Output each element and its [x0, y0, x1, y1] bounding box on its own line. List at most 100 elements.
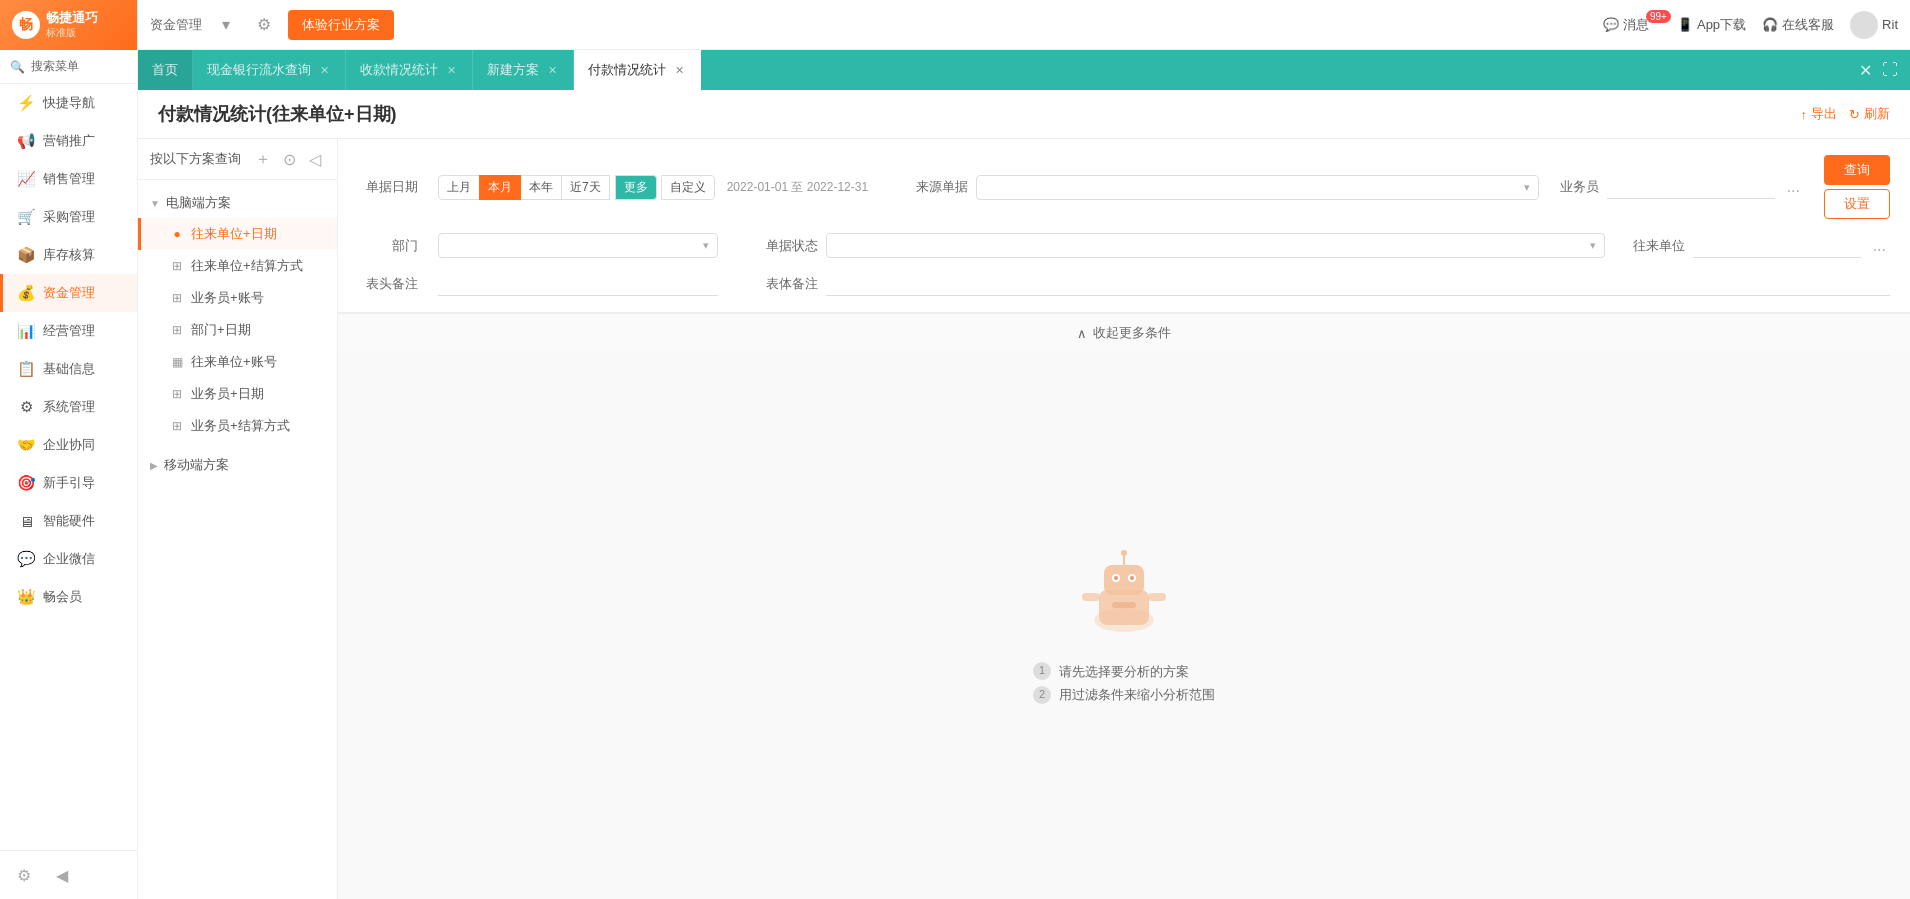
tab-expand-icon[interactable]: ⛶ [1882, 61, 1898, 79]
desktop-scheme-group: ▼ 电脑端方案 ● 往来单位+日期 ⊞ 往来单位+结算方式 ⊞ 业务员+账号 ⊞ [138, 180, 337, 450]
desktop-scheme-group-header[interactable]: ▼ 电脑端方案 [138, 188, 337, 218]
export-label: 导出 [1811, 105, 1837, 123]
filter-collapse-btn[interactable]: ∧ 收起更多条件 [338, 313, 1910, 352]
breadcrumb: 资金管理 [150, 16, 202, 34]
online-service-icon: 🎧 [1762, 17, 1778, 32]
filter-query-btn[interactable]: 查询 [1824, 155, 1890, 185]
quick-nav-icon: ⚡ [17, 94, 35, 112]
svg-point-5 [1114, 576, 1118, 580]
svg-point-8 [1121, 550, 1127, 556]
trial-btn[interactable]: 体验行业方案 [288, 10, 394, 40]
filter-counterpart-input[interactable] [1693, 234, 1861, 258]
sidebar-item-label: 采购管理 [43, 208, 95, 226]
scheme-item-icon-staff-date: ⊞ [169, 386, 185, 402]
export-btn[interactable]: ↑ 导出 [1801, 105, 1838, 123]
step2-num: 2 [1033, 686, 1051, 704]
filter-date-last-month[interactable]: 上月 [438, 175, 480, 200]
robot-svg [1064, 545, 1184, 645]
tab-payment-stats-close[interactable]: ✕ [672, 63, 686, 77]
filter-header-note-input[interactable] [438, 272, 718, 296]
refresh-btn[interactable]: ↻ 刷新 [1849, 105, 1890, 123]
filter-voucher-status-select[interactable]: ▾ [826, 233, 1605, 258]
filter-source-select[interactable]: ▾ [976, 175, 1539, 200]
topbar-settings-icon[interactable]: ⚙ [250, 11, 278, 39]
user-avatar-area[interactable]: Rit [1850, 11, 1898, 39]
sidebar-logo-text: 畅捷通巧 [46, 10, 98, 26]
sidebar-settings-btn[interactable]: ⚙ [10, 861, 38, 889]
scheme-item-unit-date[interactable]: ● 往来单位+日期 [138, 218, 337, 250]
filter-staff-label: 业务员 [1559, 178, 1599, 196]
sidebar-search[interactable]: 🔍 搜索菜单 [0, 50, 137, 84]
filter-voucher-status-label: 单据状态 [758, 237, 818, 255]
filter-counterpart-group: 往来单位 ... [1625, 234, 1890, 258]
tab-receipt-stats-label: 收款情况统计 [360, 61, 438, 79]
filter-area: 单据日期 上月 本月 本年 近7天 更多 自定义 2022-01-01 至 20… [338, 139, 1910, 899]
sidebar-item-finance[interactable]: 💰 资金管理 [0, 274, 137, 312]
sidebar: 畅 畅捷通巧 标准版 🔍 搜索菜单 ⚡ 快捷导航 📢 营销推广 📈 销售管理 🛒… [0, 0, 138, 899]
scheme-item-staff-date[interactable]: ⊞ 业务员+日期 [138, 378, 337, 410]
filter-dept-select[interactable]: ▾ [438, 233, 718, 258]
empty-robot-illustration [1064, 545, 1184, 648]
sidebar-item-collab[interactable]: 🤝 企业协同 [0, 426, 137, 464]
mobile-scheme-group[interactable]: ▶ 移动端方案 [138, 450, 337, 480]
scheme-item-unit-account[interactable]: ▦ 往来单位+账号 [138, 346, 337, 378]
topbar-dropdown-icon[interactable]: ▾ [212, 11, 240, 39]
sidebar-item-sales[interactable]: 📈 销售管理 [0, 160, 137, 198]
online-service-btn[interactable]: 🎧 在线客服 [1762, 16, 1834, 34]
sidebar-item-hardware[interactable]: 🖥 智能硬件 [0, 502, 137, 540]
filter-voucher-arrow-icon: ▾ [1590, 239, 1596, 252]
filter-date-more-btn[interactable]: 更多 [615, 175, 657, 200]
scheme-item-icon-unit-settle: ⊞ [169, 258, 185, 274]
sidebar-item-quick-nav[interactable]: ⚡ 快捷导航 [0, 84, 137, 122]
svg-rect-10 [1148, 593, 1166, 601]
filter-settings-btn[interactable]: 设置 [1824, 189, 1890, 219]
filter-counterpart-ellipsis[interactable]: ... [1869, 237, 1890, 255]
sidebar-item-label: 畅会员 [43, 588, 82, 606]
tab-bank-flow[interactable]: 现金银行流水查询 ✕ [193, 50, 346, 90]
scheme-item-unit-settle[interactable]: ⊞ 往来单位+结算方式 [138, 250, 337, 282]
sidebar-item-basic[interactable]: 📋 基础信息 [0, 350, 137, 388]
sidebar-item-inventory[interactable]: 📦 库存核算 [0, 236, 137, 274]
scheme-collapse-icon[interactable]: ◁ [305, 149, 325, 169]
filter-date-this-year[interactable]: 本年 [520, 175, 562, 200]
filter-staff-ellipsis[interactable]: ... [1783, 178, 1804, 196]
sidebar-item-marketing[interactable]: 📢 营销推广 [0, 122, 137, 160]
tab-receipt-stats-close[interactable]: ✕ [444, 63, 458, 77]
sidebar-item-purchase[interactable]: 🛒 采购管理 [0, 198, 137, 236]
scheme-settings-icon[interactable]: ⊙ [279, 149, 299, 169]
scheme-item-staff-settle[interactable]: ⊞ 业务员+结算方式 [138, 410, 337, 442]
sidebar-item-label: 经营管理 [43, 322, 95, 340]
scheme-item-staff-account[interactable]: ⊞ 业务员+账号 [138, 282, 337, 314]
tab-receipt-stats[interactable]: 收款情况统计 ✕ [346, 50, 473, 90]
notification-btn[interactable]: 💬 消息 99+ [1603, 16, 1661, 34]
tab-new-scheme[interactable]: 新建方案 ✕ [473, 50, 574, 90]
filter-date-this-month[interactable]: 本月 [479, 175, 521, 200]
filter-body-note-group: 表体备注 [738, 272, 1890, 296]
sidebar-item-system[interactable]: ⚙ 系统管理 [0, 388, 137, 426]
filter-body-note-input[interactable] [826, 272, 1890, 296]
sidebar-item-member[interactable]: 👑 畅会员 [0, 578, 137, 616]
filter-date-last-7[interactable]: 近7天 [561, 175, 610, 200]
tab-payment-stats[interactable]: 付款情况统计 ✕ [574, 50, 701, 90]
empty-step-2: 2 用过滤条件来缩小分析范围 [1033, 683, 1215, 706]
filter-row-3: 表头备注 表体备注 [358, 272, 1890, 296]
scheme-item-dept-date[interactable]: ⊞ 部门+日期 [138, 314, 337, 346]
tab-bank-flow-close[interactable]: ✕ [317, 63, 331, 77]
sidebar-collapse-btn[interactable]: ◀ [48, 861, 76, 889]
filter-staff-input[interactable] [1607, 175, 1775, 199]
sidebar-item-wechat[interactable]: 💬 企业微信 [0, 540, 137, 578]
scheme-item-label-unit-settle: 往来单位+结算方式 [191, 257, 303, 275]
scheme-add-icon[interactable]: ＋ [253, 149, 273, 169]
tab-home[interactable]: 首页 [138, 50, 193, 90]
sidebar-item-operation[interactable]: 📊 经营管理 [0, 312, 137, 350]
sidebar-item-guide[interactable]: 🎯 新手引导 [0, 464, 137, 502]
tab-new-scheme-close[interactable]: ✕ [545, 63, 559, 77]
tab-close-all-icon[interactable]: ✕ [1859, 61, 1872, 80]
scheme-panel-header: 按以下方案查询 ＋ ⊙ ◁ [138, 139, 337, 180]
filter-counterpart-label: 往来单位 [1625, 237, 1685, 255]
sidebar-item-label: 基础信息 [43, 360, 95, 378]
filter-date-custom-btn[interactable]: 自定义 [661, 175, 715, 200]
basic-icon: 📋 [17, 360, 35, 378]
app-download-btn[interactable]: 📱 App下载 [1677, 16, 1746, 34]
refresh-icon: ↻ [1849, 107, 1860, 122]
